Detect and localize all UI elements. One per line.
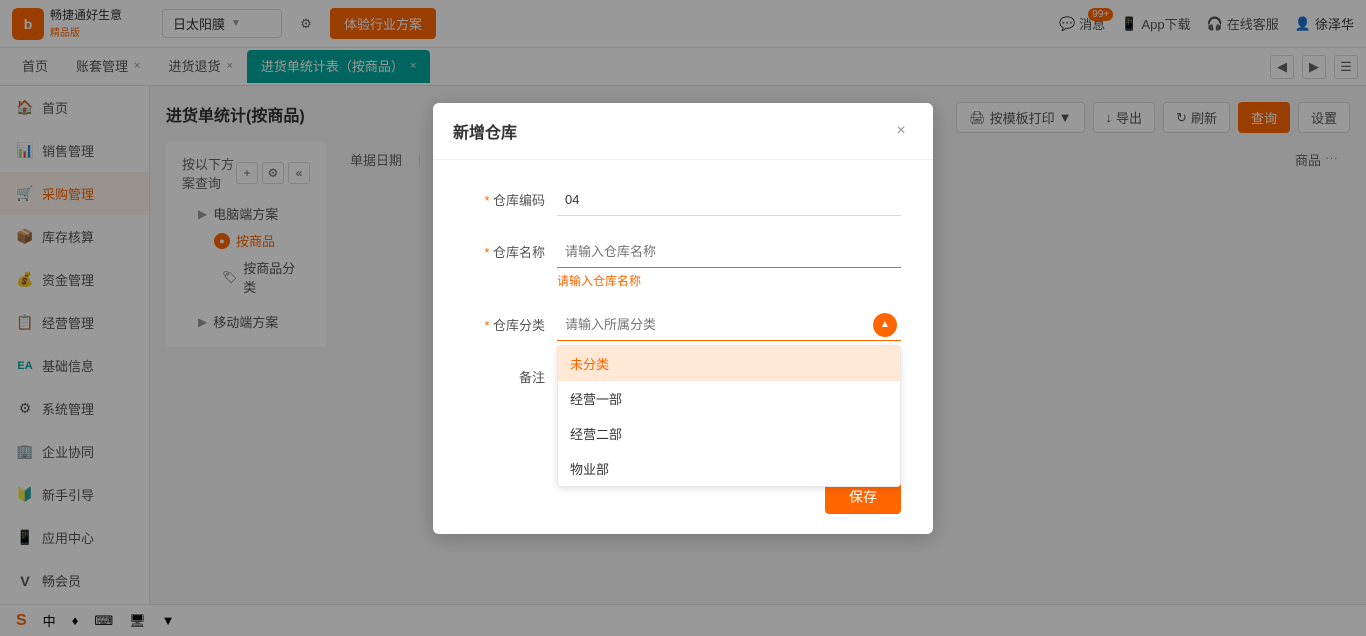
remark-label: 备注: [465, 361, 545, 386]
warehouse-name-row: 仓库名称 请输入仓库名称: [465, 236, 901, 289]
warehouse-category-input[interactable]: [557, 309, 901, 341]
dropdown-item-uncategorized[interactable]: 未分类: [558, 346, 900, 381]
dropdown-item-property[interactable]: 物业部: [558, 451, 900, 486]
modal-title: 新增仓库: [453, 119, 517, 143]
category-label: 仓库分类: [465, 309, 545, 334]
category-field-wrapper: ▲ 未分类 经营一部 经营二部 物业部: [557, 309, 901, 341]
dropdown-item-dept1[interactable]: 经营一部: [558, 381, 900, 416]
name-field-wrapper: 请输入仓库名称: [557, 236, 901, 289]
code-label: 仓库编码: [465, 184, 545, 209]
warehouse-code-row: 仓库编码: [465, 184, 901, 216]
code-field-wrapper: [557, 184, 901, 216]
category-select-wrapper: ▲: [557, 309, 901, 341]
category-dropdown-toggle[interactable]: ▲: [873, 313, 897, 337]
name-error-message: 请输入仓库名称: [557, 272, 901, 289]
warehouse-name-input[interactable]: [557, 236, 901, 268]
warehouse-category-row: 仓库分类 ▲ 未分类 经营一部 经营二部 物业部: [465, 309, 901, 341]
category-dropdown-list: 未分类 经营一部 经营二部 物业部: [557, 345, 901, 487]
name-label: 仓库名称: [465, 236, 545, 261]
dropdown-item-dept2[interactable]: 经营二部: [558, 416, 900, 451]
modal-body: 仓库编码 仓库名称 请输入仓库名称 仓库分类 ▲: [433, 160, 933, 468]
new-warehouse-modal: 新增仓库 × 仓库编码 仓库名称 请输入仓库名称 仓库分类: [433, 103, 933, 534]
warehouse-code-input[interactable]: [557, 184, 901, 216]
modal-header: 新增仓库 ×: [433, 103, 933, 160]
modal-close-button[interactable]: ×: [889, 119, 913, 143]
modal-overlay: 新增仓库 × 仓库编码 仓库名称 请输入仓库名称 仓库分类: [0, 0, 1366, 636]
